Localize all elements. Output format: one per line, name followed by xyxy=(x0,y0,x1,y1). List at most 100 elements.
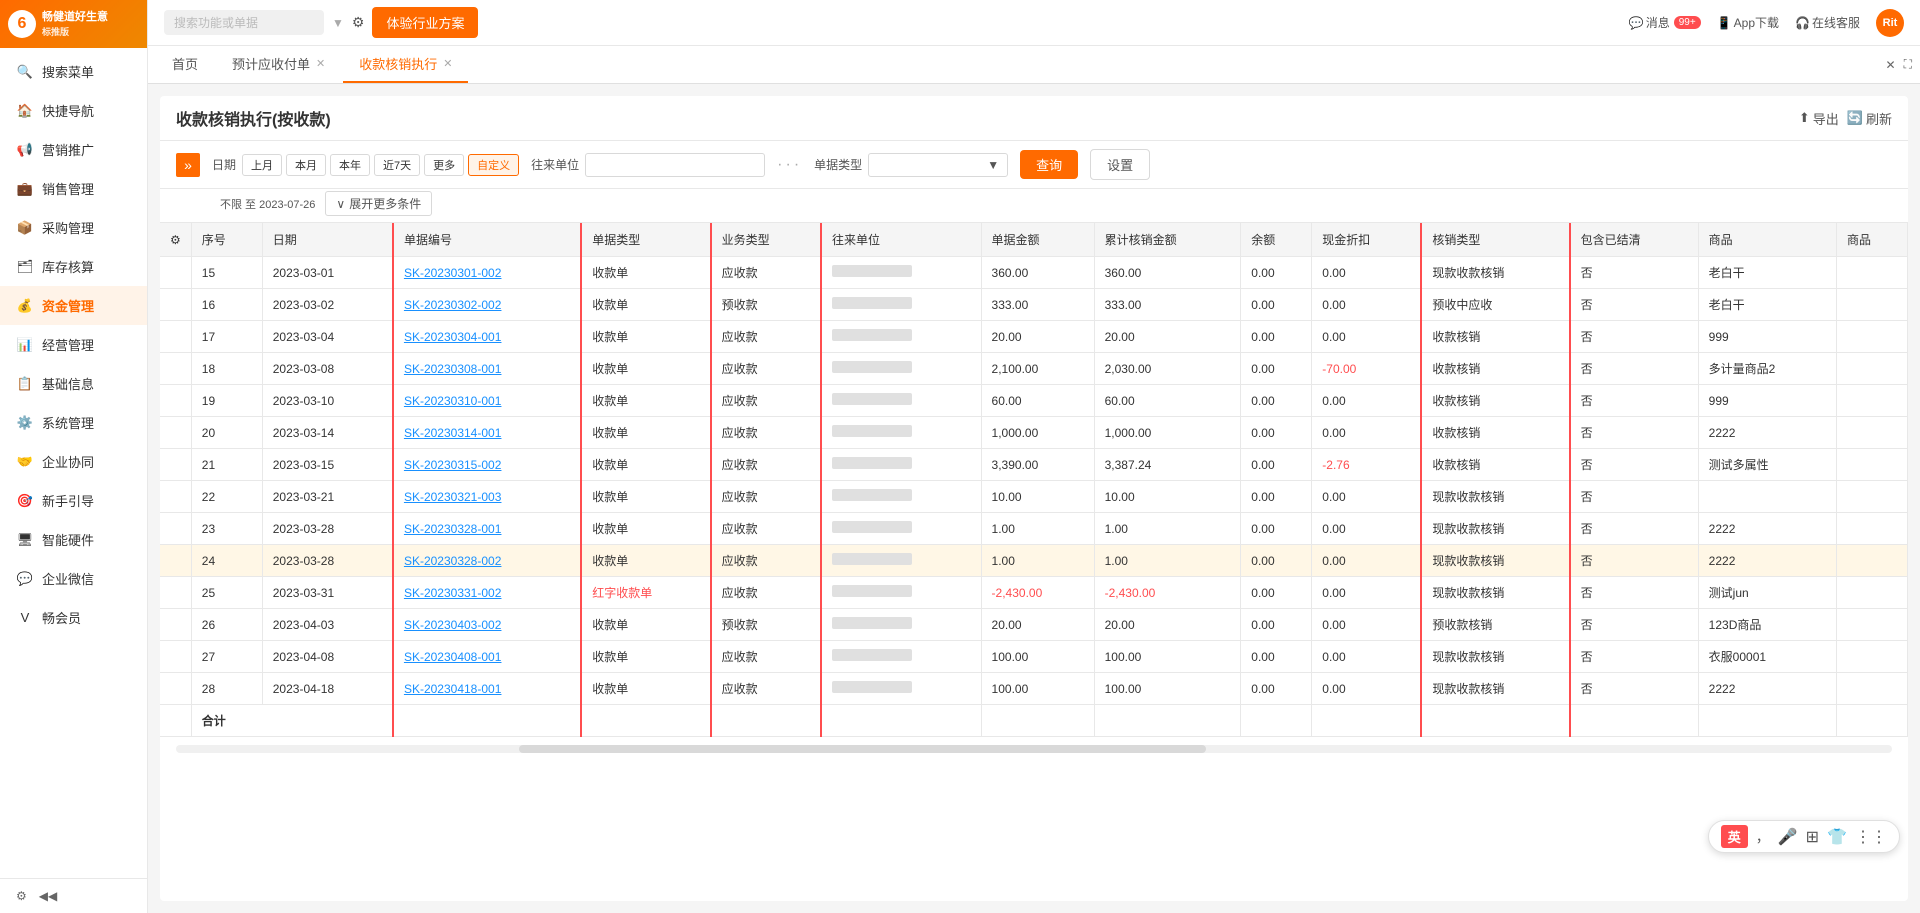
row-goods2 xyxy=(1836,449,1907,481)
sidebar-item-member[interactable]: V 畅会员 xyxy=(0,598,147,637)
collapse-btn[interactable]: ◀◀ xyxy=(39,889,57,903)
row-goods: 2222 xyxy=(1698,417,1836,449)
row-order-no[interactable]: SK-20230321-003 xyxy=(393,481,581,513)
expand-tab-icon[interactable]: ⛶ xyxy=(1904,57,1912,72)
tab-collection-verify[interactable]: 收款核销执行 ✕ xyxy=(343,46,468,83)
order-no-link[interactable]: SK-20230310-001 xyxy=(404,394,501,408)
main-content: 搜索功能或单据 ▼ ⚙ 体验行业方案 💬 消息 99+ 📱 App下载 🎧 在线… xyxy=(148,0,1920,913)
order-no-link[interactable]: SK-20230308-001 xyxy=(404,362,501,376)
order-no-link[interactable]: SK-20230403-002 xyxy=(404,618,501,632)
row-order-no[interactable]: SK-20230403-002 xyxy=(393,609,581,641)
row-unit xyxy=(821,641,981,673)
close-tab-icon[interactable]: ✕ xyxy=(1886,58,1896,72)
row-order-no[interactable]: SK-20230310-001 xyxy=(393,385,581,417)
query-btn[interactable]: 查询 xyxy=(1020,150,1078,179)
app-download[interactable]: 📱 App下载 xyxy=(1717,14,1779,31)
unit-input[interactable] xyxy=(585,153,765,177)
row-verify-amount: 2,030.00 xyxy=(1094,353,1241,385)
btn-this-year[interactable]: 本年 xyxy=(330,154,370,176)
sidebar-item-search[interactable]: 🔍 搜索菜单 xyxy=(0,52,147,91)
row-verify-type: 收款核销 xyxy=(1421,385,1569,417)
order-no-link[interactable]: SK-20230301-002 xyxy=(404,266,501,280)
sidebar-item-inventory[interactable]: 🗂 库存核算 xyxy=(0,247,147,286)
row-date: 2023-03-14 xyxy=(262,417,393,449)
order-no-link[interactable]: SK-20230304-001 xyxy=(404,330,501,344)
gear-icon[interactable]: ⚙ xyxy=(352,14,365,31)
sidebar-item-marketing[interactable]: 📢 营销推广 xyxy=(0,130,147,169)
sidebar-item-basic[interactable]: 📋 基础信息 xyxy=(0,364,147,403)
tab-close-collection[interactable]: ✕ xyxy=(443,57,452,70)
tab-close-prepay[interactable]: ✕ xyxy=(316,57,325,70)
row-no: 28 xyxy=(191,673,262,705)
sidebar-item-operation[interactable]: 📊 经营管理 xyxy=(0,325,147,364)
col-header-settings[interactable]: ⚙ xyxy=(160,223,191,257)
row-verify-amount: 360.00 xyxy=(1094,257,1241,289)
sidebar-item-sales[interactable]: 💼 销售管理 xyxy=(0,169,147,208)
tab-prepay[interactable]: 预计应收付单 ✕ xyxy=(216,46,341,83)
online-service[interactable]: 🎧 在线客服 xyxy=(1795,14,1860,31)
footer-verify-amount xyxy=(1094,705,1241,737)
btn-last-month[interactable]: 上月 xyxy=(242,154,282,176)
row-checkbox xyxy=(160,513,191,545)
export-btn[interactable]: ⬆ 导出 xyxy=(1799,109,1839,128)
row-order-no[interactable]: SK-20230304-001 xyxy=(393,321,581,353)
shirt-icon[interactable]: 👕 xyxy=(1827,827,1847,847)
btn-more-date[interactable]: 更多 xyxy=(424,154,464,176)
order-no-link[interactable]: SK-20230331-002 xyxy=(404,586,501,600)
sidebar-item-wechat[interactable]: 💬 企业微信 xyxy=(0,559,147,598)
filter-expand-btn[interactable]: » xyxy=(176,153,200,177)
sidebar-item-enterprise[interactable]: 🤝 企业协同 xyxy=(0,442,147,481)
row-no: 24 xyxy=(191,545,262,577)
footer-order-no xyxy=(393,705,581,737)
order-no-link[interactable]: SK-20230321-003 xyxy=(404,490,501,504)
sidebar-item-guide[interactable]: 🎯 新手引导 xyxy=(0,481,147,520)
row-order-no[interactable]: SK-20230314-001 xyxy=(393,417,581,449)
message-area[interactable]: 💬 消息 99+ xyxy=(1629,14,1701,31)
solution-btn[interactable]: 体验行业方案 xyxy=(372,7,478,38)
apps-icon[interactable]: ⋮⋮ xyxy=(1855,827,1887,847)
mic-icon[interactable]: 🎤 xyxy=(1778,827,1798,847)
sidebar-item-purchase[interactable]: 📦 采购管理 xyxy=(0,208,147,247)
breadcrumb-input[interactable]: 搜索功能或单据 xyxy=(164,10,324,35)
row-cash-discount: 0.00 xyxy=(1312,673,1422,705)
row-order-no[interactable]: SK-20230308-001 xyxy=(393,353,581,385)
btn-7days[interactable]: 近7天 xyxy=(374,154,420,176)
row-order-no[interactable]: SK-20230301-002 xyxy=(393,257,581,289)
order-no-link[interactable]: SK-20230408-001 xyxy=(404,650,501,664)
sidebar-item-finance[interactable]: 💰 资金管理 xyxy=(0,286,147,325)
ime-brand[interactable]: 英 xyxy=(1721,825,1748,848)
horizontal-scrollbar[interactable] xyxy=(176,745,1892,753)
row-order-no[interactable]: SK-20230331-002 xyxy=(393,577,581,609)
order-no-link[interactable]: SK-20230328-002 xyxy=(404,554,501,568)
row-checkbox xyxy=(160,481,191,513)
sidebar-item-quick-nav[interactable]: 🏠 快捷导航 xyxy=(0,91,147,130)
row-cash-discount: 0.00 xyxy=(1312,481,1422,513)
expand-more-btn[interactable]: ∨ 展开更多条件 xyxy=(325,191,432,216)
row-order-no[interactable]: SK-20230408-001 xyxy=(393,641,581,673)
row-date: 2023-03-21 xyxy=(262,481,393,513)
row-order-no[interactable]: SK-20230315-002 xyxy=(393,449,581,481)
tab-home[interactable]: 首页 xyxy=(156,46,214,83)
row-order-no[interactable]: SK-20230328-002 xyxy=(393,545,581,577)
setting-btn[interactable]: 设置 xyxy=(1090,149,1150,180)
topbar-right: 💬 消息 99+ 📱 App下载 🎧 在线客服 Rit xyxy=(1629,9,1904,37)
refresh-btn[interactable]: 🔄 刷新 xyxy=(1847,109,1892,128)
sidebar-item-hardware[interactable]: 🖥 智能硬件 xyxy=(0,520,147,559)
order-no-link[interactable]: SK-20230315-002 xyxy=(404,458,501,472)
row-biz-type: 应收款 xyxy=(711,321,821,353)
order-no-link[interactable]: SK-20230328-001 xyxy=(404,522,501,536)
row-cash-discount: 0.00 xyxy=(1312,417,1422,449)
user-avatar[interactable]: Rit xyxy=(1876,9,1904,37)
btn-this-month[interactable]: 本月 xyxy=(286,154,326,176)
row-order-no[interactable]: SK-20230418-001 xyxy=(393,673,581,705)
row-order-no[interactable]: SK-20230302-002 xyxy=(393,289,581,321)
grid-icon[interactable]: ⊞ xyxy=(1806,827,1819,847)
btn-custom-date[interactable]: 自定义 xyxy=(468,154,519,176)
order-no-link[interactable]: SK-20230418-001 xyxy=(404,682,501,696)
settings-icon[interactable]: ⚙ xyxy=(16,889,27,903)
sidebar-item-system[interactable]: ⚙️ 系统管理 xyxy=(0,403,147,442)
bill-type-select[interactable]: ▼ xyxy=(868,153,1008,177)
order-no-link[interactable]: SK-20230302-002 xyxy=(404,298,501,312)
row-order-no[interactable]: SK-20230328-001 xyxy=(393,513,581,545)
order-no-link[interactable]: SK-20230314-001 xyxy=(404,426,501,440)
